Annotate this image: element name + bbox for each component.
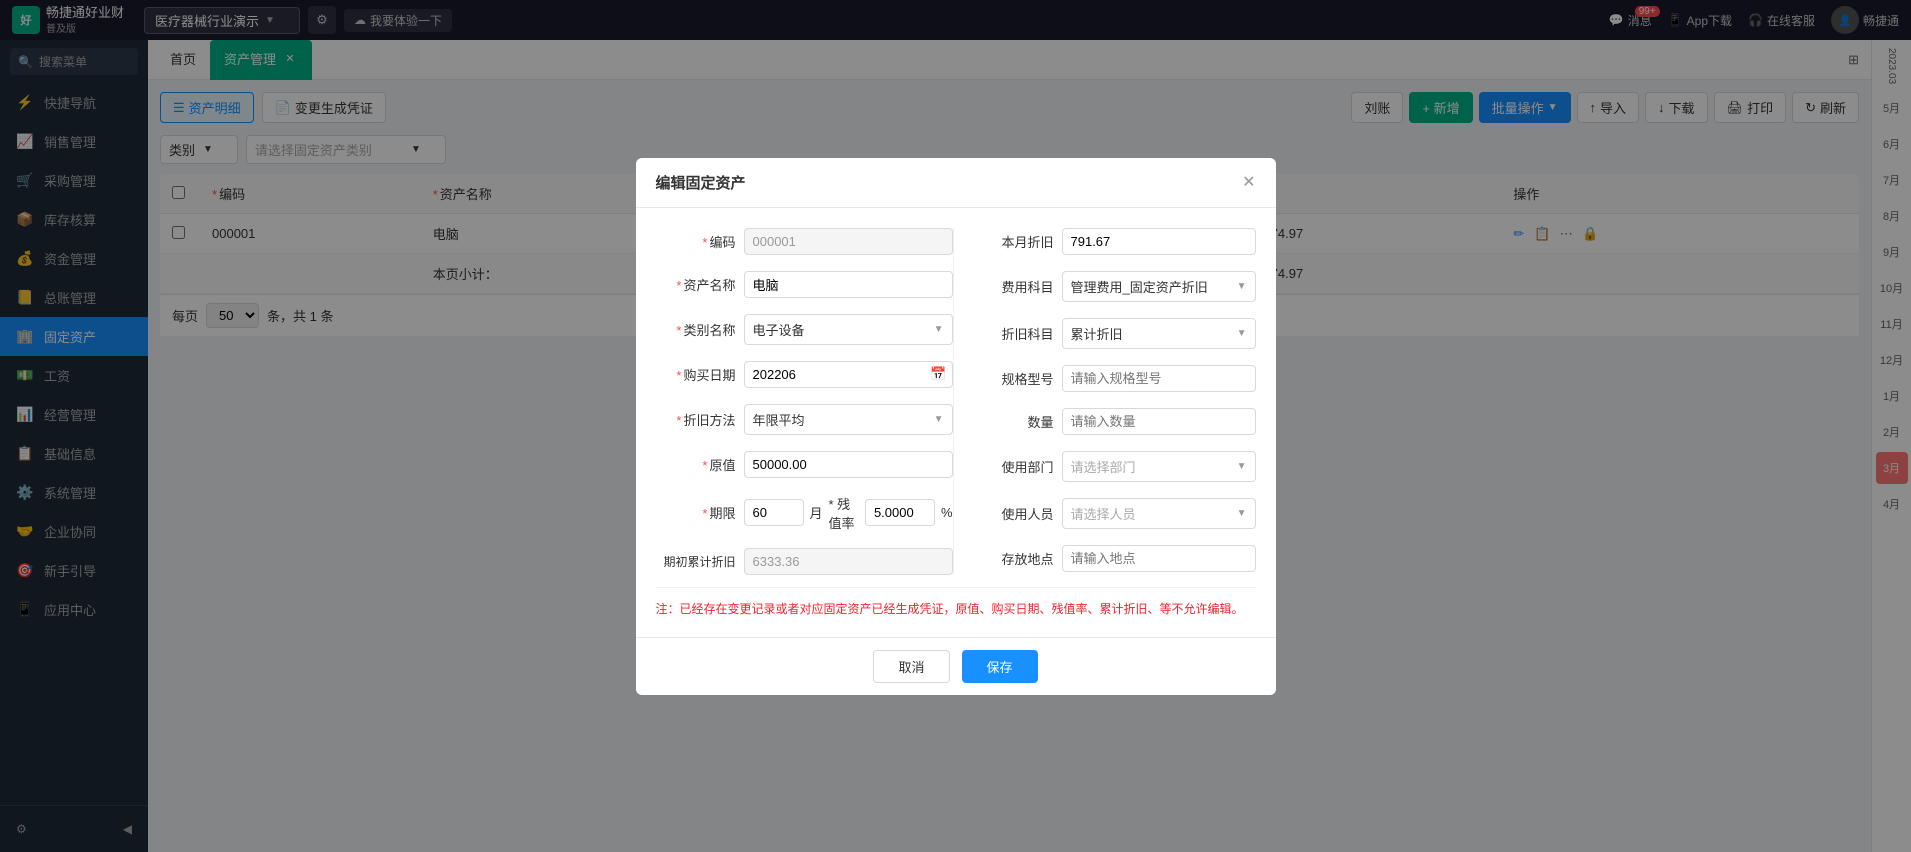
- original-value-input[interactable]: [744, 451, 953, 478]
- asset-name-input[interactable]: [744, 271, 953, 298]
- chevron-down-icon: ▼: [934, 324, 944, 335]
- monthly-dep-input[interactable]: [1062, 228, 1256, 255]
- chevron-down-icon: ▼: [1237, 328, 1247, 339]
- category-value: 电子设备: [753, 320, 805, 339]
- form-item-depreciation-method: *折旧方法 年限平均 ▼: [656, 404, 953, 435]
- modal-body: *编码 *资产名称 *类别名称 电子设备 ▼: [636, 208, 1276, 637]
- form-item-original-value: *原值: [656, 451, 953, 478]
- spec-model-input[interactable]: [1062, 365, 1256, 392]
- form-item-location: 存放地点: [974, 545, 1256, 572]
- purchase-date-input[interactable]: [744, 361, 953, 388]
- form-item-dep-account: 折旧科目 累计折旧 ▼: [974, 318, 1256, 349]
- form-item-expense-account: 费用科目 管理费用_固定资产折旧 ▼: [974, 271, 1256, 302]
- dept-select[interactable]: 请选择部门 ▼: [1062, 451, 1256, 482]
- chevron-down-icon: ▼: [1237, 461, 1247, 472]
- person-label: 使用人员: [974, 504, 1054, 523]
- form-right-col: 本月折旧 费用科目 管理费用_固定资产折旧 ▼ 折旧科目: [953, 228, 1256, 575]
- form-item-category: *类别名称 电子设备 ▼: [656, 314, 953, 345]
- asset-name-label: *资产名称: [656, 275, 736, 294]
- modal-header: 编辑固定资产 ✕: [636, 158, 1276, 208]
- period-unit: 月: [810, 503, 823, 522]
- chevron-down-icon: ▼: [1237, 281, 1247, 292]
- person-select[interactable]: 请选择人员 ▼: [1062, 498, 1256, 529]
- form-item-asset-name: *资产名称: [656, 271, 953, 298]
- period-label: *期限: [656, 503, 736, 522]
- dep-account-label: 折旧科目: [974, 324, 1054, 343]
- category-select[interactable]: 电子设备 ▼: [744, 314, 953, 345]
- initial-accumulated-input[interactable]: [744, 548, 953, 575]
- edit-asset-modal: 编辑固定资产 ✕ *编码 *资产名称: [636, 158, 1276, 695]
- initial-accumulated-label: 期初累计折旧: [656, 553, 736, 570]
- form-item-initial-accumulated: 期初累计折旧: [656, 548, 953, 575]
- form-item-code: *编码: [656, 228, 953, 255]
- code-label: *编码: [656, 232, 736, 251]
- location-label: 存放地点: [974, 549, 1054, 568]
- expense-account-select[interactable]: 管理费用_固定资产折旧 ▼: [1062, 271, 1256, 302]
- modal-note: 注：已经存在变更记录或者对应固定资产已经生成凭证，原值、购买日期、残值率、累计折…: [656, 587, 1256, 617]
- save-button[interactable]: 保存: [962, 650, 1038, 683]
- category-label: *类别名称: [656, 320, 736, 339]
- quantity-label: 数量: [974, 412, 1054, 431]
- form-item-spec-model: 规格型号: [974, 365, 1256, 392]
- purchase-date-label: *购买日期: [656, 365, 736, 384]
- residual-rate-label: * 残值率: [829, 494, 859, 532]
- form-item-dept: 使用部门 请选择部门 ▼: [974, 451, 1256, 482]
- purchase-date-wrap: 📅: [744, 361, 953, 388]
- form-item-quantity: 数量: [974, 408, 1256, 435]
- cancel-button[interactable]: 取消: [873, 650, 949, 683]
- chevron-down-icon: ▼: [934, 414, 944, 425]
- depreciation-method-select[interactable]: 年限平均 ▼: [744, 404, 953, 435]
- location-input[interactable]: [1062, 545, 1256, 572]
- depreciation-method-value: 年限平均: [753, 410, 805, 429]
- modal-title: 编辑固定资产: [656, 172, 746, 193]
- form-item-person: 使用人员 请选择人员 ▼: [974, 498, 1256, 529]
- quantity-input[interactable]: [1062, 408, 1256, 435]
- monthly-dep-label: 本月折旧: [974, 232, 1054, 251]
- original-value-label: *原值: [656, 455, 736, 474]
- person-placeholder: 请选择人员: [1071, 504, 1136, 523]
- form-item-period-residual: *期限 月 * 残值率 %: [656, 494, 953, 532]
- dept-placeholder: 请选择部门: [1071, 457, 1136, 476]
- period-input[interactable]: [744, 499, 804, 526]
- depreciation-method-label: *折旧方法: [656, 410, 736, 429]
- expense-account-value: 管理费用_固定资产折旧: [1071, 277, 1208, 296]
- code-input[interactable]: [744, 228, 953, 255]
- modal-overlay: 编辑固定资产 ✕ *编码 *资产名称: [0, 0, 1911, 852]
- form-item-monthly-dep: 本月折旧: [974, 228, 1256, 255]
- dep-account-select[interactable]: 累计折旧 ▼: [1062, 318, 1256, 349]
- chevron-down-icon: ▼: [1237, 508, 1247, 519]
- residual-rate-input[interactable]: [865, 499, 935, 526]
- expense-account-label: 费用科目: [974, 277, 1054, 296]
- form-left-col: *编码 *资产名称 *类别名称 电子设备 ▼: [656, 228, 953, 575]
- form-item-purchase-date: *购买日期 📅: [656, 361, 953, 388]
- calendar-icon[interactable]: 📅: [930, 366, 946, 382]
- modal-close-button[interactable]: ✕: [1242, 172, 1255, 192]
- residual-rate-unit: %: [941, 505, 953, 520]
- spec-model-label: 规格型号: [974, 369, 1054, 388]
- modal-footer: 取消 保存: [636, 637, 1276, 695]
- dep-account-value: 累计折旧: [1071, 324, 1123, 343]
- dept-label: 使用部门: [974, 457, 1054, 476]
